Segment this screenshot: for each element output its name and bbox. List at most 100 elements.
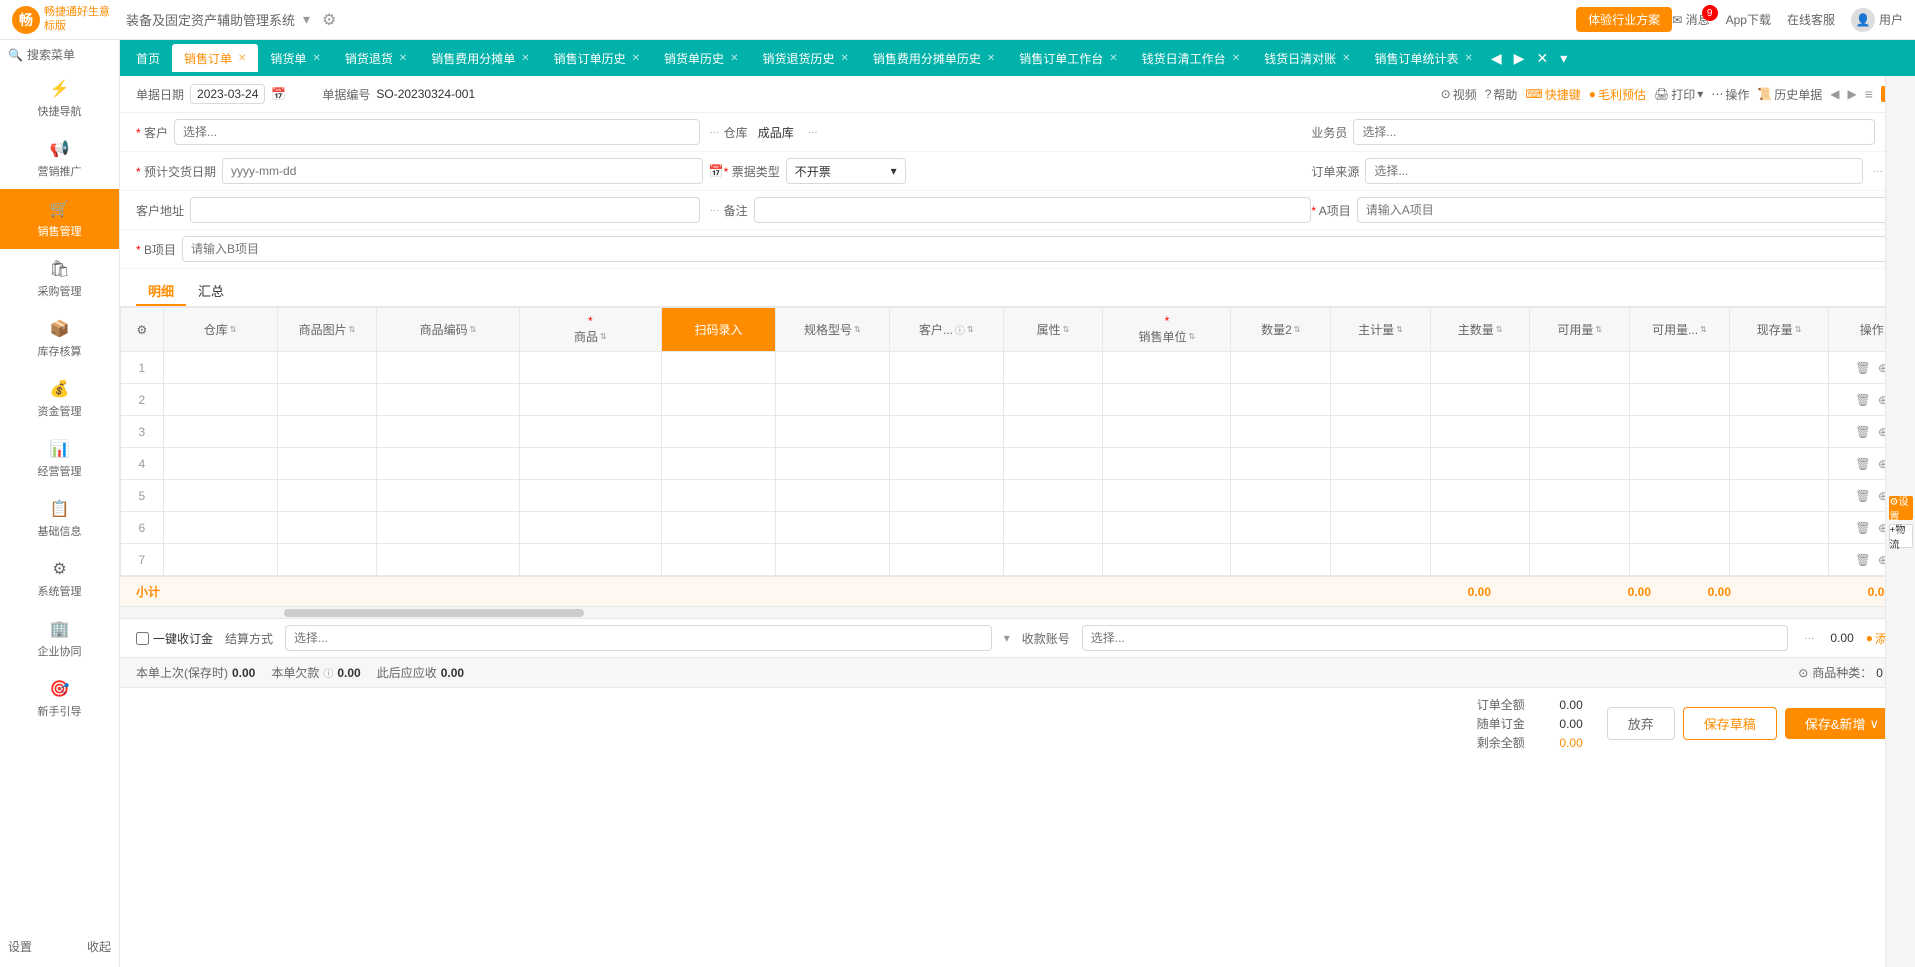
th-warehouse[interactable]: 仓库⇅	[163, 308, 277, 352]
system-title-dropdown[interactable]: ▾	[303, 11, 310, 28]
app-download-link[interactable]: App下载	[1726, 11, 1771, 28]
row6-unit[interactable]	[1103, 512, 1231, 544]
th-scan[interactable]: 扫码录入	[662, 308, 776, 352]
row4-available[interactable]	[1530, 448, 1630, 480]
row3-scan[interactable]	[662, 416, 776, 448]
row2-available[interactable]	[1530, 384, 1630, 416]
sidebar-item-basicinfo[interactable]: 📋 基础信息	[0, 489, 119, 549]
row4-attribute[interactable]	[1003, 448, 1103, 480]
row4-available2[interactable]	[1630, 448, 1730, 480]
row2-main-qty[interactable]	[1430, 384, 1530, 416]
row5-delete-icon[interactable]: 🗑	[1855, 489, 1870, 503]
row7-qty2[interactable]	[1231, 544, 1331, 576]
profit-btn[interactable]: ● 毛利预估	[1589, 86, 1646, 103]
row1-available[interactable]	[1530, 352, 1630, 384]
row2-qty2[interactable]	[1231, 384, 1331, 416]
one-click-checkbox[interactable]	[136, 632, 149, 645]
shortcut-btn[interactable]: ⌨ 快捷键	[1525, 86, 1580, 103]
row6-attribute[interactable]	[1003, 512, 1103, 544]
row1-qty2[interactable]	[1231, 352, 1331, 384]
date-value[interactable]: 2023-03-24	[190, 84, 265, 104]
row5-scan[interactable]	[662, 480, 776, 512]
row4-image[interactable]	[277, 448, 377, 480]
row6-current[interactable]	[1729, 512, 1829, 544]
notification-area[interactable]: ✉ 9 消息	[1672, 11, 1709, 28]
row2-current[interactable]	[1729, 384, 1829, 416]
row2-attribute[interactable]	[1003, 384, 1103, 416]
row3-warehouse[interactable]	[163, 416, 277, 448]
th-main-qty[interactable]: 主数量⇅	[1430, 308, 1530, 352]
user-area[interactable]: 👤 用户	[1851, 8, 1903, 32]
row4-scan[interactable]	[662, 448, 776, 480]
row5-code[interactable]	[377, 480, 519, 512]
row6-available[interactable]	[1530, 512, 1630, 544]
invoice-select[interactable]: 不开票 ▾	[786, 158, 906, 184]
row1-main-qty[interactable]	[1430, 352, 1530, 384]
solution-button[interactable]: 体验行业方案	[1576, 7, 1672, 32]
sidebar-collapse-btn[interactable]: 收起	[87, 938, 111, 955]
remark-input[interactable]	[754, 197, 1312, 223]
save-draft-button[interactable]: 保存草稿	[1683, 707, 1777, 740]
row2-code[interactable]	[377, 384, 519, 416]
row1-spec[interactable]	[775, 352, 889, 384]
row6-main-qty[interactable]	[1430, 512, 1530, 544]
row7-warehouse[interactable]	[163, 544, 277, 576]
row3-code[interactable]	[377, 416, 519, 448]
row5-customer-code[interactable]	[889, 480, 1003, 512]
save-new-dropdown-icon[interactable]: ∨	[1869, 716, 1879, 732]
row3-product[interactable]	[519, 416, 661, 448]
credit-info-icon[interactable]: ⓘ	[323, 665, 333, 680]
a-project-input[interactable]	[1357, 197, 1899, 223]
row5-spec[interactable]	[775, 480, 889, 512]
tab-sales-return-close[interactable]: ✕	[399, 53, 407, 64]
th-available2[interactable]: 可用量...⇅	[1630, 308, 1730, 352]
row4-product[interactable]	[519, 448, 661, 480]
settings-icon[interactable]: ⚙	[322, 10, 336, 30]
sidebar-item-finance[interactable]: 💰 资金管理	[0, 369, 119, 429]
row6-image[interactable]	[277, 512, 377, 544]
row7-unit[interactable]	[1103, 544, 1231, 576]
row2-delete-icon[interactable]: 🗑	[1855, 393, 1870, 407]
row5-current[interactable]	[1729, 480, 1829, 512]
print-btn[interactable]: 🖨 打印 ▾	[1654, 86, 1703, 103]
date-calendar-icon[interactable]: 📅	[271, 87, 286, 101]
row3-qty2[interactable]	[1231, 416, 1331, 448]
tab-close-all[interactable]: ✕	[1530, 50, 1554, 67]
tab-invoice-history-close[interactable]: ✕	[730, 53, 738, 64]
sidebar-item-marketing[interactable]: 📢 营销推广	[0, 129, 119, 189]
view-list-icon[interactable]: ≡	[1865, 86, 1873, 102]
row1-delete-icon[interactable]: 🗑	[1855, 361, 1870, 375]
save-new-button[interactable]: 保存&新增 ∨	[1785, 708, 1899, 739]
scroll-bar-area[interactable]	[120, 606, 1915, 618]
tab-order-workbench-close[interactable]: ✕	[1109, 53, 1117, 64]
row7-product[interactable]	[519, 544, 661, 576]
tab-daily-reconcile[interactable]: 钱货日清对账 ✕	[1252, 44, 1362, 72]
tab-sales-order-close[interactable]: ✕	[238, 53, 246, 64]
row4-warehouse[interactable]	[163, 448, 277, 480]
row5-main-unit[interactable]	[1331, 480, 1431, 512]
row2-available2[interactable]	[1630, 384, 1730, 416]
tab-prev-arrow[interactable]: ◀	[1485, 50, 1508, 67]
nav-prev-icon[interactable]: ◀	[1830, 87, 1839, 101]
tab-expense-history-close[interactable]: ✕	[987, 53, 995, 64]
sidebar-item-inventory[interactable]: 📦 库存核算	[0, 309, 119, 369]
row7-image[interactable]	[277, 544, 377, 576]
view-btn[interactable]: ⊙ 视频	[1441, 86, 1477, 103]
row4-main-qty[interactable]	[1430, 448, 1530, 480]
tab-sales-order[interactable]: 销售订单 ✕	[172, 44, 258, 72]
sidebar-item-purchase[interactable]: 🛍 采购管理	[0, 249, 119, 309]
th-customer-code[interactable]: 客户... ⓘ⇅	[889, 308, 1003, 352]
delivery-calendar-icon[interactable]: 📅	[709, 164, 724, 178]
salesperson-input[interactable]	[1353, 119, 1875, 145]
row7-attribute[interactable]	[1003, 544, 1103, 576]
row3-current[interactable]	[1729, 416, 1829, 448]
customer-input[interactable]	[174, 119, 700, 145]
tab-order-workbench[interactable]: 销售订单工作台 ✕	[1007, 44, 1129, 72]
row5-image[interactable]	[277, 480, 377, 512]
scroll-thumb[interactable]	[284, 609, 584, 617]
row1-attribute[interactable]	[1003, 352, 1103, 384]
account-input[interactable]	[1082, 625, 1789, 651]
row7-main-unit[interactable]	[1331, 544, 1431, 576]
th-settings[interactable]: ⚙	[121, 308, 164, 352]
tab-order-history-close[interactable]: ✕	[632, 53, 640, 64]
